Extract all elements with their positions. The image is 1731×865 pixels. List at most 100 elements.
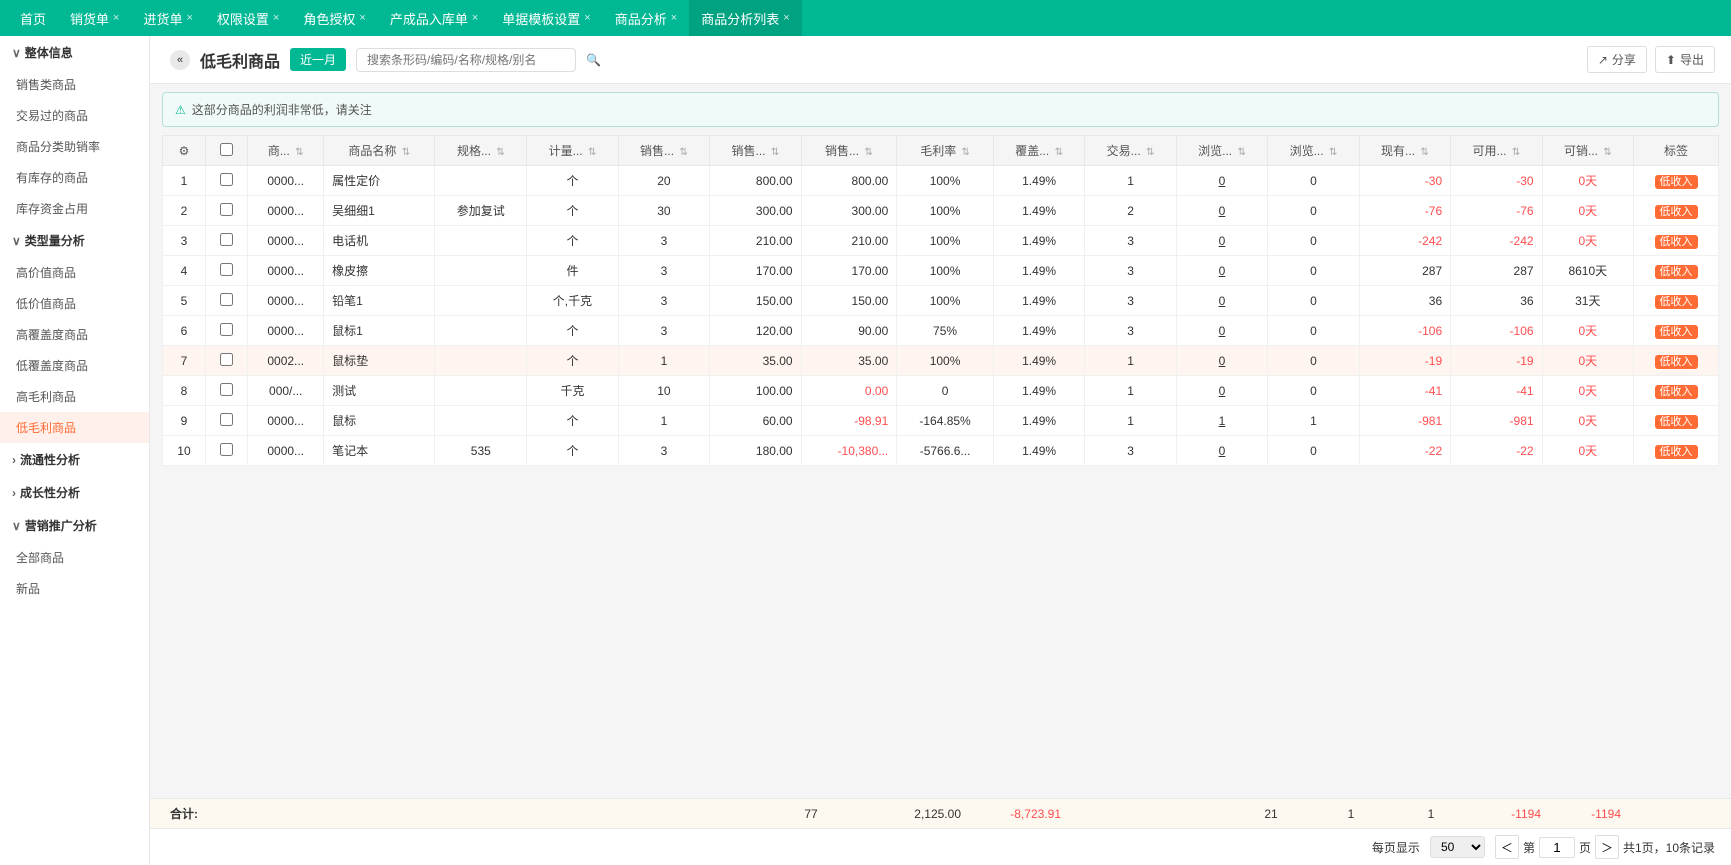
pagination: ＜ 第 页 ＞ 共1页，10条记录	[1495, 835, 1715, 859]
row-name: 橡皮擦	[324, 256, 435, 286]
row-gross-margin: 100%	[897, 346, 994, 376]
row-checkbox[interactable]	[205, 436, 247, 466]
row-view1[interactable]: 0	[1176, 166, 1267, 196]
table-row: 4 0000... 橡皮擦 件 3 170.00 170.00 100% 1.4…	[163, 256, 1719, 286]
row-checkbox[interactable]	[205, 256, 247, 286]
sidebar-item-high-margin[interactable]: 高毛利商品	[0, 381, 149, 412]
nav-analysis-list[interactable]: 商品分析列表 ×	[689, 0, 801, 36]
row-trade-count: 1	[1085, 376, 1176, 406]
sidebar-item-in-stock[interactable]: 有库存的商品	[0, 162, 149, 193]
row-no: 5	[163, 286, 206, 316]
row-view1[interactable]: 0	[1176, 346, 1267, 376]
sidebar-item-high-coverage[interactable]: 高覆盖度商品	[0, 319, 149, 350]
nav-analysis[interactable]: 商品分析 ×	[603, 0, 689, 36]
row-view1[interactable]: 0	[1176, 196, 1267, 226]
prev-page-button[interactable]: ＜	[1495, 835, 1519, 859]
nav-close-roles[interactable]: ×	[359, 12, 365, 24]
share-button[interactable]: ↗ 分享	[1587, 46, 1647, 73]
row-checkbox[interactable]	[205, 376, 247, 406]
sidebar-group-type-title[interactable]: ∨ 类型量分析	[0, 224, 149, 257]
footer-view2: 1	[1391, 807, 1471, 821]
sidebar-item-capital[interactable]: 库存资金占用	[0, 193, 149, 224]
row-coverage: 1.49%	[993, 196, 1084, 226]
table-body: 1 0000... 属性定价 个 20 800.00 800.00 100% 1…	[163, 166, 1719, 466]
sidebar-item-category-rate[interactable]: 商品分类助销率	[0, 131, 149, 162]
nav-purchase[interactable]: 进货单 ×	[131, 0, 204, 36]
nav-close-sales[interactable]: ×	[113, 12, 119, 24]
row-sales-profit: 0.00	[801, 376, 897, 406]
row-checkbox[interactable]	[205, 226, 247, 256]
row-unit: 个	[527, 226, 618, 256]
nav-permissions[interactable]: 权限设置 ×	[205, 0, 291, 36]
sidebar-item-low-coverage[interactable]: 低覆盖度商品	[0, 350, 149, 381]
nav-sales[interactable]: 销货单 ×	[58, 0, 131, 36]
row-unit: 个	[527, 196, 618, 226]
row-checkbox[interactable]	[205, 166, 247, 196]
sidebar-item-low-margin[interactable]: 低毛利商品	[0, 412, 149, 443]
row-sales-count: 3	[618, 316, 709, 346]
row-checkbox[interactable]	[205, 406, 247, 436]
row-view1[interactable]: 1	[1176, 406, 1267, 436]
row-gross-margin: 100%	[897, 256, 994, 286]
nav-roles[interactable]: 角色授权 ×	[291, 0, 377, 36]
sidebar-item-high-value[interactable]: 高价值商品	[0, 257, 149, 288]
sidebar-group-type: ∨ 类型量分析 高价值商品 低价值商品 高覆盖度商品 低覆盖度商品 高毛利商品 …	[0, 224, 149, 443]
row-view1[interactable]: 0	[1176, 286, 1267, 316]
row-view1[interactable]: 0	[1176, 226, 1267, 256]
search-input[interactable]	[356, 48, 576, 72]
arrow-flow: ›	[12, 453, 16, 467]
row-tag: 低收入	[1634, 226, 1719, 256]
col-settings[interactable]: ⚙	[163, 136, 206, 166]
arrow-overall: ∨	[12, 46, 21, 60]
sidebar-group-overall: ∨ 整体信息 销售类商品 交易过的商品 商品分类助销率 有库存的商品 库存资金占…	[0, 36, 149, 224]
row-sellable-days: 31天	[1542, 286, 1633, 316]
row-view1[interactable]: 0	[1176, 316, 1267, 346]
row-view2: 0	[1268, 436, 1359, 466]
sidebar-item-all-products[interactable]: 全部商品	[0, 542, 149, 573]
sidebar-item-sales-products[interactable]: 销售类商品	[0, 69, 149, 100]
nav-close-permissions[interactable]: ×	[273, 12, 279, 24]
sidebar-collapse-btn[interactable]: «	[170, 50, 190, 70]
date-filter-button[interactable]: 近一月	[290, 48, 346, 71]
row-view1[interactable]: 0	[1176, 376, 1267, 406]
row-sales-count: 3	[618, 256, 709, 286]
nav-template[interactable]: 单据模板设置 ×	[490, 0, 602, 36]
row-checkbox[interactable]	[205, 316, 247, 346]
sidebar-item-low-value[interactable]: 低价值商品	[0, 288, 149, 319]
sidebar-group-growth-title[interactable]: › 成长性分析	[0, 476, 149, 509]
col-sellable-days: 可销... ⇅	[1542, 136, 1633, 166]
row-view2: 0	[1268, 346, 1359, 376]
row-coverage: 1.49%	[993, 256, 1084, 286]
export-button[interactable]: ⬆ 导出	[1655, 46, 1715, 73]
page-label: 第	[1523, 839, 1535, 856]
nav-close-analysis-list[interactable]: ×	[783, 12, 789, 24]
next-page-button[interactable]: ＞	[1595, 835, 1619, 859]
nav-close-analysis[interactable]: ×	[671, 12, 677, 24]
row-checkbox[interactable]	[205, 286, 247, 316]
search-icon[interactable]: 🔍	[586, 53, 601, 67]
row-spec	[435, 346, 527, 376]
row-available-stock: -242	[1451, 226, 1542, 256]
row-current-stock: -22	[1359, 436, 1450, 466]
sidebar-item-traded[interactable]: 交易过的商品	[0, 100, 149, 131]
row-gross-margin: 100%	[897, 226, 994, 256]
sidebar-group-growth: › 成长性分析	[0, 476, 149, 509]
row-checkbox[interactable]	[205, 196, 247, 226]
nav-close-purchase[interactable]: ×	[186, 12, 192, 24]
sidebar-group-overall-title[interactable]: ∨ 整体信息	[0, 36, 149, 69]
sidebar-item-new-products[interactable]: 新品	[0, 573, 149, 604]
sidebar-group-flow-title[interactable]: › 流通性分析	[0, 443, 149, 476]
row-sales-profit: -98.91	[801, 406, 897, 436]
nav-product-entry[interactable]: 产成品入库单 ×	[378, 0, 490, 36]
row-view1[interactable]: 0	[1176, 436, 1267, 466]
row-view1[interactable]: 0	[1176, 256, 1267, 286]
nav-close-product[interactable]: ×	[472, 12, 478, 24]
nav-close-template[interactable]: ×	[584, 12, 590, 24]
page-number-input[interactable]	[1539, 837, 1575, 858]
row-tag: 低收入	[1634, 166, 1719, 196]
row-checkbox[interactable]	[205, 346, 247, 376]
sidebar-group-marketing-title[interactable]: ∨ 营销推广分析	[0, 509, 149, 542]
select-all-checkbox[interactable]	[220, 143, 233, 156]
page-size-select[interactable]: 50 100 200	[1430, 836, 1485, 858]
nav-home[interactable]: 首页	[8, 0, 58, 36]
